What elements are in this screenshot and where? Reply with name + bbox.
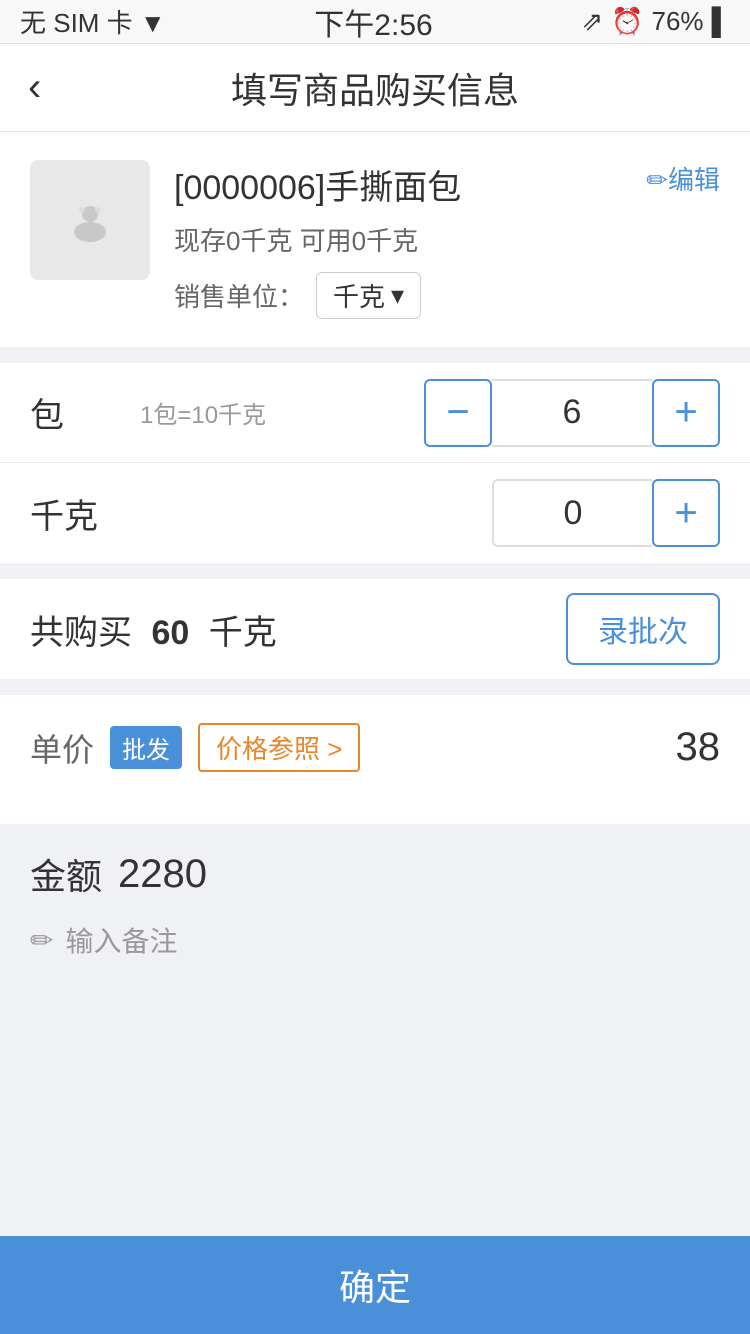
no-sim-label: 无 SIM 卡 ▼ <box>20 3 166 40</box>
unit-label: 销售单位： <box>174 277 304 314</box>
product-unit-row: 销售单位： 千克 ▾ <box>174 272 720 319</box>
dropdown-arrow-icon: ▾ <box>391 280 404 311</box>
kg-controls: + <box>492 479 720 547</box>
price-label: 单价 <box>30 725 94 771</box>
kg-input[interactable] <box>492 479 652 547</box>
summary-amount: 60 <box>151 614 189 652</box>
price-section: 单价 批发 价格参照 > 38 <box>0 695 750 824</box>
product-section: [0000006]手撕面包 ✏编辑 现存0千克 可用0千克 销售单位： 千克 ▾ <box>0 132 750 347</box>
package-label: 包 <box>30 388 130 437</box>
package-row: 包 1包=10千克 − + <box>0 363 750 463</box>
package-minus-button[interactable]: − <box>424 379 492 447</box>
quantity-input-section: 包 1包=10千克 − + 千克 + <box>0 363 750 563</box>
package-plus-button[interactable]: + <box>652 379 720 447</box>
amount-row: 金额 2280 <box>30 848 720 900</box>
battery-icon: ▌ <box>712 6 730 37</box>
price-reference-button[interactable]: 价格参照 > <box>198 723 360 772</box>
amount-label: 金额 <box>30 848 102 900</box>
note-row[interactable]: ✏ 输入备注 <box>30 920 720 960</box>
price-value: 38 <box>676 725 721 770</box>
package-controls: − + <box>424 379 720 447</box>
summary-text: 共购买 60 千克 <box>30 605 277 654</box>
summary-section: 共购买 60 千克 录批次 <box>0 579 750 679</box>
package-sub-label: 1包=10千克 <box>140 395 266 430</box>
amount-section: 金额 2280 ✏ 输入备注 <box>0 824 750 988</box>
kg-label: 千克 <box>30 489 130 538</box>
status-time: 下午2:56 <box>314 0 432 44</box>
status-bar: 无 SIM 卡 ▼ 下午2:56 ⇗ ⏰ 76% ▌ <box>0 0 750 44</box>
page-title: 填写商品购买信息 <box>231 62 519 114</box>
battery-label: 76% <box>652 6 704 37</box>
nav-bar: ‹ 填写商品购买信息 <box>0 44 750 132</box>
note-edit-icon: ✏ <box>30 924 53 957</box>
status-right: ⇗ ⏰ 76% ▌ <box>581 6 730 37</box>
package-input[interactable] <box>492 379 652 447</box>
location-icon: ⇗ <box>581 6 603 37</box>
confirm-bar[interactable]: 确定 <box>0 1236 750 1334</box>
product-name: [0000006]手撕面包 <box>174 160 461 209</box>
confirm-button[interactable]: 确定 <box>339 1259 411 1311</box>
product-info: [0000006]手撕面包 ✏编辑 现存0千克 可用0千克 销售单位： 千克 ▾ <box>174 160 720 319</box>
kg-plus-button[interactable]: + <box>652 479 720 547</box>
back-button[interactable]: ‹ <box>28 65 41 110</box>
kg-row: 千克 + <box>0 463 750 563</box>
price-badge: 批发 <box>110 726 182 769</box>
status-left: 无 SIM 卡 ▼ <box>20 3 166 40</box>
product-image <box>30 160 150 280</box>
record-batch-button[interactable]: 录批次 <box>566 593 720 665</box>
note-placeholder: 输入备注 <box>65 920 177 960</box>
alarm-icon: ⏰ <box>611 6 643 37</box>
amount-value: 2280 <box>118 852 207 897</box>
unit-dropdown[interactable]: 千克 ▾ <box>316 272 421 319</box>
edit-button[interactable]: ✏编辑 <box>646 160 720 197</box>
product-stock: 现存0千克 可用0千克 <box>174 221 720 258</box>
price-row: 单价 批发 价格参照 > 38 <box>30 723 720 772</box>
